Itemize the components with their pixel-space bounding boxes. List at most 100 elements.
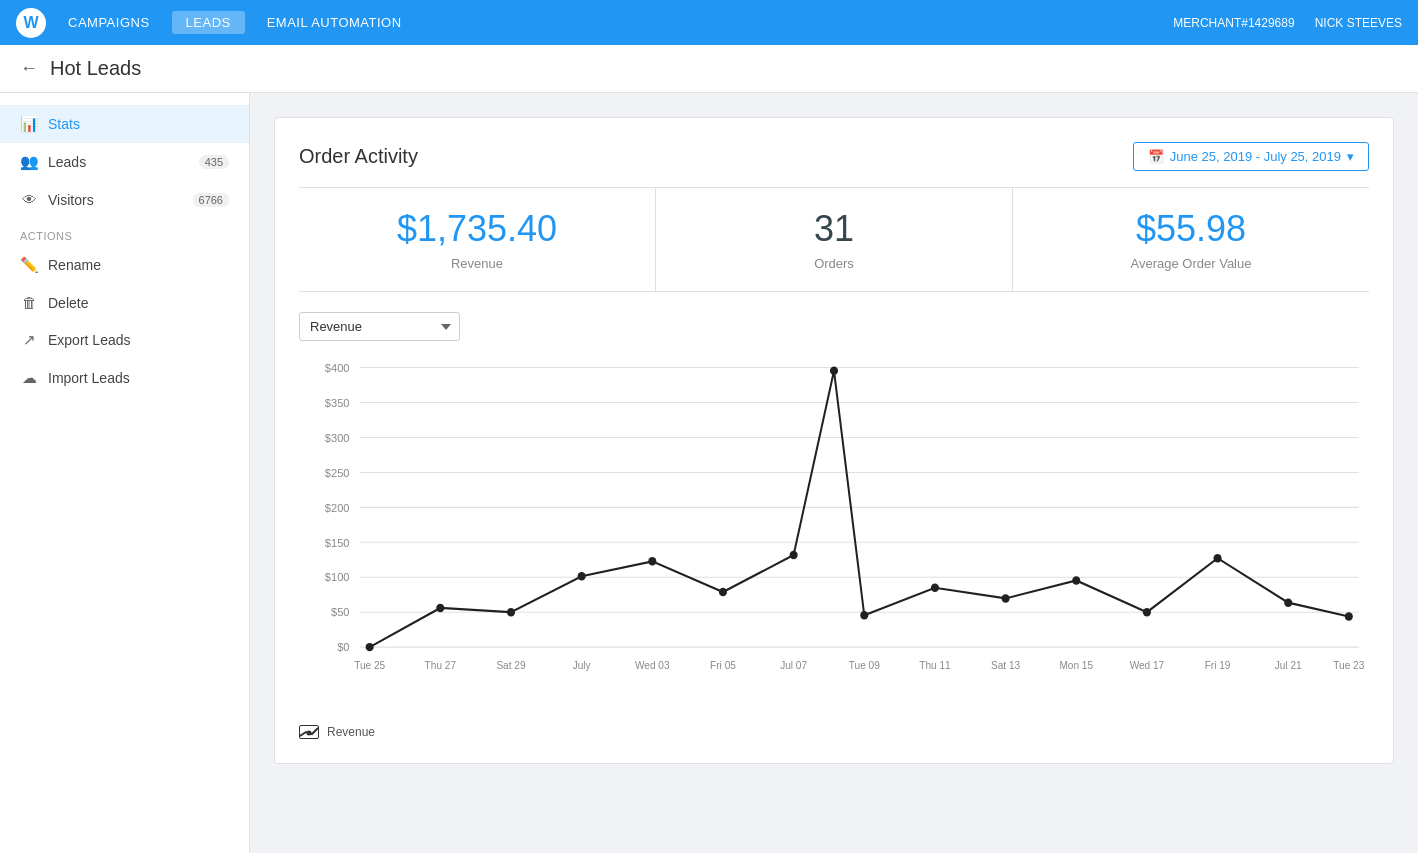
svg-point-29 bbox=[1072, 576, 1080, 584]
svg-point-27 bbox=[931, 584, 939, 592]
actions-section-label: Actions bbox=[0, 218, 249, 246]
orders-label: Orders bbox=[676, 256, 992, 271]
delete-icon: 🗑 bbox=[20, 294, 38, 311]
sidebar-item-rename[interactable]: ✏️ Rename bbox=[0, 246, 249, 284]
stats-icon: 📊 bbox=[20, 115, 38, 133]
revenue-value: $1,735.40 bbox=[319, 208, 635, 250]
order-activity-card: Order Activity 📅 June 25, 2019 - July 25… bbox=[274, 117, 1394, 764]
sidebar-item-visitors[interactable]: 👁 Visitors 6766 bbox=[0, 181, 249, 218]
svg-text:$350: $350 bbox=[325, 397, 350, 409]
svg-text:$400: $400 bbox=[325, 362, 350, 374]
svg-text:Mon 15: Mon 15 bbox=[1059, 660, 1093, 671]
date-range-button[interactable]: 📅 June 25, 2019 - July 25, 2019 ▾ bbox=[1133, 142, 1369, 171]
avg-order-value: $55.98 bbox=[1033, 208, 1349, 250]
sidebar-item-export[interactable]: ↗ Export Leads bbox=[0, 321, 249, 359]
orders-stat: 31 Orders bbox=[656, 188, 1013, 291]
page-header: ← Hot Leads bbox=[0, 45, 1418, 93]
legend-label: Revenue bbox=[327, 725, 375, 739]
legend-icon bbox=[299, 725, 319, 739]
svg-point-19 bbox=[436, 604, 444, 612]
import-icon: ☁ bbox=[20, 369, 38, 387]
stats-row: $1,735.40 Revenue 31 Orders $55.98 Avera… bbox=[299, 187, 1369, 292]
svg-point-26 bbox=[860, 611, 868, 619]
svg-text:Thu 27: Thu 27 bbox=[425, 660, 457, 671]
sidebar-item-delete[interactable]: 🗑 Delete bbox=[0, 284, 249, 321]
user-name: NICK STEEVES bbox=[1315, 16, 1402, 30]
svg-point-21 bbox=[578, 572, 586, 580]
back-button[interactable]: ← bbox=[20, 58, 38, 79]
leads-icon: 👥 bbox=[20, 153, 38, 171]
sidebar-export-label: Export Leads bbox=[48, 332, 131, 348]
svg-text:Thu 11: Thu 11 bbox=[919, 660, 951, 671]
svg-text:Tue 25: Tue 25 bbox=[354, 660, 385, 671]
date-range-text: June 25, 2019 - July 25, 2019 bbox=[1170, 149, 1341, 164]
nav-leads[interactable]: LEADS bbox=[172, 11, 245, 34]
svg-text:Fri 05: Fri 05 bbox=[710, 660, 736, 671]
chevron-down-icon: ▾ bbox=[1347, 149, 1354, 164]
svg-text:Wed 03: Wed 03 bbox=[635, 660, 670, 671]
svg-text:July: July bbox=[573, 660, 592, 671]
svg-text:Jul 07: Jul 07 bbox=[780, 660, 807, 671]
svg-point-24 bbox=[790, 551, 798, 559]
sidebar-visitors-label: Visitors bbox=[48, 192, 94, 208]
svg-point-49 bbox=[307, 731, 312, 736]
svg-text:Tue 09: Tue 09 bbox=[849, 660, 880, 671]
svg-point-31 bbox=[1214, 554, 1222, 562]
sidebar-delete-label: Delete bbox=[48, 295, 88, 311]
calendar-icon: 📅 bbox=[1148, 149, 1164, 164]
leads-badge: 435 bbox=[199, 155, 229, 169]
main-content: Order Activity 📅 June 25, 2019 - July 25… bbox=[250, 93, 1418, 853]
svg-text:Jul 21: Jul 21 bbox=[1275, 660, 1302, 671]
svg-point-22 bbox=[648, 557, 656, 565]
card-header: Order Activity 📅 June 25, 2019 - July 25… bbox=[299, 142, 1369, 171]
top-navigation: W CAMPAIGNS LEADS EMAIL AUTOMATION MERCH… bbox=[0, 0, 1418, 45]
svg-text:$0: $0 bbox=[337, 641, 349, 653]
svg-point-30 bbox=[1143, 608, 1151, 616]
revenue-label: Revenue bbox=[319, 256, 635, 271]
sidebar-item-leads[interactable]: 👥 Leads 435 bbox=[0, 143, 249, 181]
avg-order-label: Average Order Value bbox=[1033, 256, 1349, 271]
svg-text:Sat 29: Sat 29 bbox=[496, 660, 525, 671]
svg-text:Fri 19: Fri 19 bbox=[1205, 660, 1231, 671]
nav-email-automation[interactable]: EMAIL AUTOMATION bbox=[253, 11, 416, 34]
svg-text:Sat 13: Sat 13 bbox=[991, 660, 1020, 671]
svg-point-32 bbox=[1284, 598, 1292, 606]
svg-point-18 bbox=[366, 643, 374, 651]
sidebar: 📊 Stats 👥 Leads 435 👁 Visitors 6766 Acti… bbox=[0, 93, 250, 853]
chart-metric-select[interactable]: Revenue Orders Average Order Value bbox=[299, 312, 460, 341]
nav-campaigns[interactable]: CAMPAIGNS bbox=[54, 11, 164, 34]
chart-wrapper: $400 $350 $300 $250 $200 $150 bbox=[299, 357, 1369, 717]
visitors-badge: 6766 bbox=[193, 193, 229, 207]
svg-point-23 bbox=[719, 588, 727, 596]
orders-value: 31 bbox=[676, 208, 992, 250]
chart-controls: Revenue Orders Average Order Value bbox=[299, 312, 1369, 341]
revenue-stat: $1,735.40 Revenue bbox=[299, 188, 656, 291]
revenue-chart: $400 $350 $300 $250 $200 $150 bbox=[299, 357, 1369, 717]
svg-text:Wed 17: Wed 17 bbox=[1130, 660, 1165, 671]
sidebar-item-stats[interactable]: 📊 Stats bbox=[0, 105, 249, 143]
page-title: Hot Leads bbox=[50, 57, 141, 80]
visitors-icon: 👁 bbox=[20, 191, 38, 208]
sidebar-stats-label: Stats bbox=[48, 116, 80, 132]
main-layout: 📊 Stats 👥 Leads 435 👁 Visitors 6766 Acti… bbox=[0, 93, 1418, 853]
svg-text:$150: $150 bbox=[325, 536, 350, 548]
sidebar-leads-label: Leads bbox=[48, 154, 86, 170]
merchant-id: MERCHANT#1429689 bbox=[1173, 16, 1294, 30]
card-title: Order Activity bbox=[299, 145, 418, 168]
svg-point-25 bbox=[830, 367, 838, 375]
svg-text:$100: $100 bbox=[325, 571, 350, 583]
nav-left: W CAMPAIGNS LEADS EMAIL AUTOMATION bbox=[16, 8, 416, 38]
svg-point-28 bbox=[1002, 594, 1010, 602]
svg-text:$200: $200 bbox=[325, 501, 350, 513]
svg-point-33 bbox=[1345, 612, 1353, 620]
svg-text:$50: $50 bbox=[331, 606, 349, 618]
sidebar-item-import[interactable]: ☁ Import Leads bbox=[0, 359, 249, 397]
export-icon: ↗ bbox=[20, 331, 38, 349]
chart-legend: Revenue bbox=[299, 725, 1369, 739]
w-logo: W bbox=[16, 8, 46, 38]
svg-text:$250: $250 bbox=[325, 466, 350, 478]
sidebar-import-label: Import Leads bbox=[48, 370, 130, 386]
svg-text:Tue 23: Tue 23 bbox=[1333, 660, 1364, 671]
sidebar-rename-label: Rename bbox=[48, 257, 101, 273]
svg-text:$300: $300 bbox=[325, 431, 350, 443]
